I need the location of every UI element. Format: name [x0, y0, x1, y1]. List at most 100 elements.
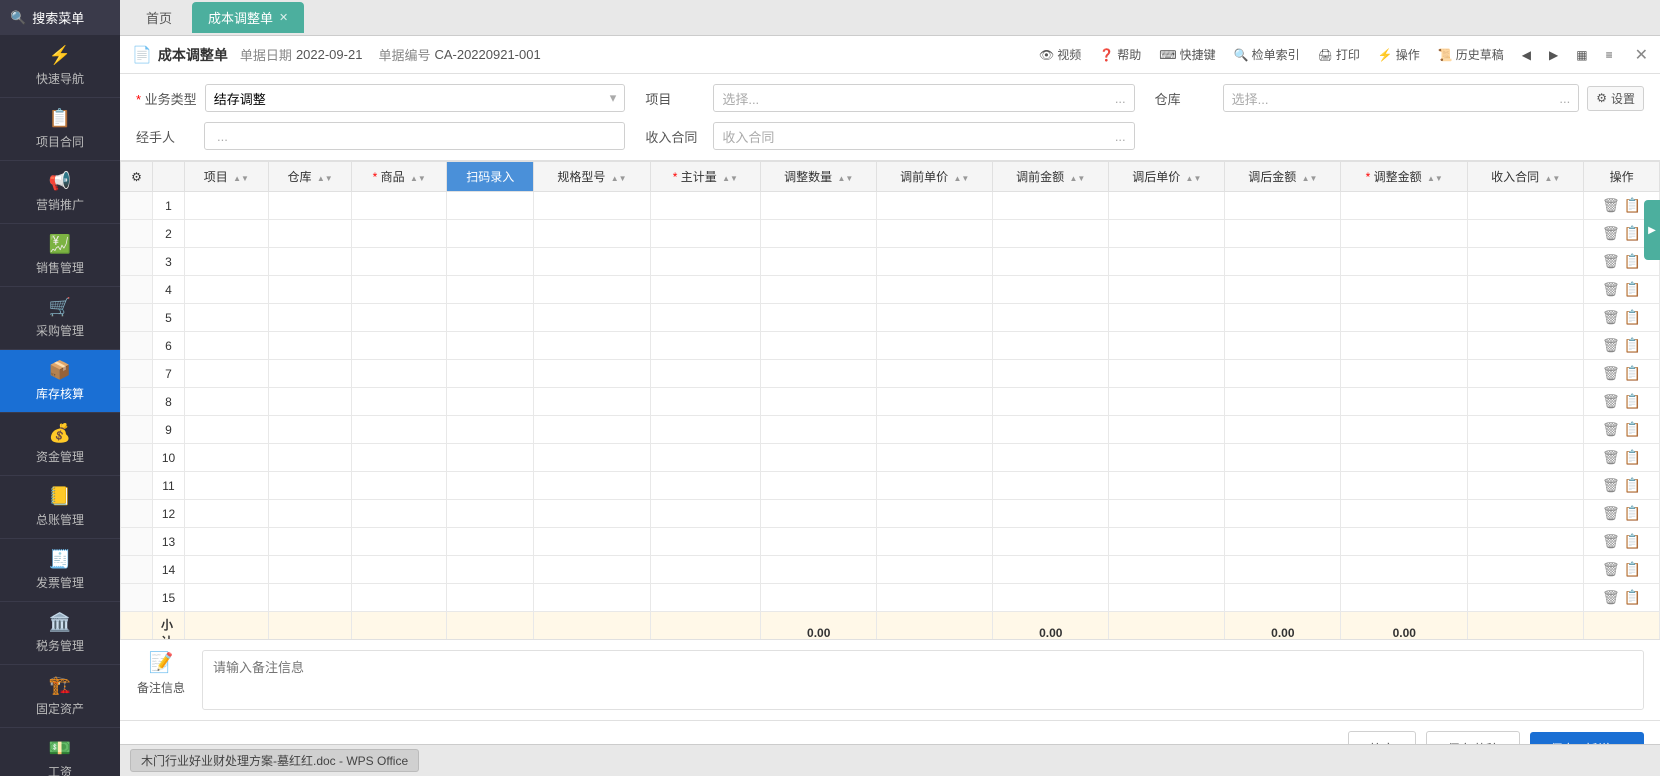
- cell-goods[interactable]: [352, 556, 447, 584]
- cell-post_unit_price[interactable]: [1109, 444, 1225, 472]
- delete-icon[interactable]: 🗑: [1602, 533, 1620, 550]
- cell-income_contract[interactable]: [1468, 388, 1584, 416]
- cell-adjust_amount[interactable]: [1341, 192, 1468, 220]
- cell-adjust_amount[interactable]: [1341, 416, 1468, 444]
- cell-post_unit_price[interactable]: [1109, 584, 1225, 612]
- sidebar-item-sales-mgmt[interactable]: 💹销售管理: [0, 224, 120, 287]
- cell-adjust_amount[interactable]: [1341, 276, 1468, 304]
- cell-unit[interactable]: [650, 472, 761, 500]
- cell-spec_type[interactable]: [534, 444, 650, 472]
- cell-pre_amount[interactable]: [993, 276, 1109, 304]
- cell-scan_input[interactable]: [446, 584, 534, 612]
- cell-project[interactable]: [185, 444, 269, 472]
- cell-adjust_amount[interactable]: [1341, 528, 1468, 556]
- cell-scan_input[interactable]: [446, 416, 534, 444]
- cell-goods[interactable]: [352, 472, 447, 500]
- cell-adjust_amount[interactable]: [1341, 584, 1468, 612]
- cell-pre_unit_price[interactable]: [877, 472, 993, 500]
- cell-post_unit_price[interactable]: [1109, 500, 1225, 528]
- cell-goods[interactable]: [352, 444, 447, 472]
- cell-adjust_qty[interactable]: [761, 416, 877, 444]
- cell-goods[interactable]: [352, 360, 447, 388]
- cell-adjust_amount[interactable]: [1341, 360, 1468, 388]
- cell-goods[interactable]: [352, 192, 447, 220]
- cell-spec_type[interactable]: [534, 500, 650, 528]
- cell-adjust_qty[interactable]: [761, 276, 877, 304]
- warehouse-input[interactable]: 选择... ...: [1223, 84, 1580, 112]
- delete-icon[interactable]: 🗑: [1602, 337, 1620, 354]
- cell-pre_unit_price[interactable]: [877, 444, 993, 472]
- sidebar-item-salary[interactable]: 💵工资: [0, 728, 120, 776]
- copy-icon[interactable]: 📋: [1624, 561, 1641, 578]
- cell-adjust_qty[interactable]: [761, 584, 877, 612]
- cell-post_amount[interactable]: [1225, 276, 1341, 304]
- delete-icon[interactable]: 🗑: [1602, 421, 1620, 438]
- cell-scan_input[interactable]: [446, 556, 534, 584]
- delete-icon[interactable]: 🗑: [1602, 281, 1620, 298]
- close-button[interactable]: ✕: [1635, 45, 1648, 65]
- help-btn[interactable]: ❓ 帮助: [1095, 44, 1145, 65]
- cell-goods[interactable]: [352, 276, 447, 304]
- cell-pre_amount[interactable]: [993, 388, 1109, 416]
- cell-project[interactable]: [185, 500, 269, 528]
- cell-adjust_amount[interactable]: [1341, 332, 1468, 360]
- copy-icon[interactable]: 📋: [1624, 421, 1641, 438]
- cell-scan_input[interactable]: [446, 332, 534, 360]
- cell-warehouse[interactable]: [268, 388, 352, 416]
- cell-post_unit_price[interactable]: [1109, 360, 1225, 388]
- cell-income_contract[interactable]: [1468, 416, 1584, 444]
- copy-icon[interactable]: 📋: [1624, 365, 1641, 382]
- cell-warehouse[interactable]: [268, 192, 352, 220]
- cell-spec_type[interactable]: [534, 388, 650, 416]
- history-btn[interactable]: 📜 历史草稿: [1434, 44, 1508, 65]
- sidebar-item-invoice[interactable]: 🧾发票管理: [0, 539, 120, 602]
- cell-income_contract[interactable]: [1468, 444, 1584, 472]
- cell-pre_unit_price[interactable]: [877, 388, 993, 416]
- copy-icon[interactable]: 📋: [1624, 337, 1641, 354]
- cell-warehouse[interactable]: [268, 416, 352, 444]
- col-header-settings[interactable]: ⚙: [121, 162, 153, 192]
- cell-spec_type[interactable]: [534, 248, 650, 276]
- taskbar-item[interactable]: 木门行业好业财处理方案-墓红红.doc - WPS Office: [130, 749, 419, 772]
- income-contract-input[interactable]: 收入合同 ...: [713, 122, 1134, 150]
- delete-icon[interactable]: 🗑: [1602, 225, 1620, 242]
- nav-prev-btn[interactable]: ◀: [1518, 46, 1535, 64]
- cell-spec_type[interactable]: [534, 416, 650, 444]
- green-tab-indicator[interactable]: ▶: [1644, 200, 1660, 260]
- cell-spec_type[interactable]: [534, 304, 650, 332]
- cell-pre_unit_price[interactable]: [877, 192, 993, 220]
- cell-project[interactable]: [185, 556, 269, 584]
- cell-adjust_qty[interactable]: [761, 444, 877, 472]
- cell-warehouse[interactable]: [268, 472, 352, 500]
- copy-icon[interactable]: 📋: [1624, 393, 1641, 410]
- cell-post_amount[interactable]: [1225, 444, 1341, 472]
- cell-project[interactable]: [185, 528, 269, 556]
- cell-adjust_qty[interactable]: [761, 360, 877, 388]
- cell-unit[interactable]: [650, 584, 761, 612]
- tab-home[interactable]: 首页: [130, 2, 188, 33]
- cell-post_amount[interactable]: [1225, 220, 1341, 248]
- grid-btn[interactable]: ≡: [1602, 46, 1617, 64]
- cell-unit[interactable]: [650, 500, 761, 528]
- cell-post_amount[interactable]: [1225, 248, 1341, 276]
- cell-post_unit_price[interactable]: [1109, 388, 1225, 416]
- cell-warehouse[interactable]: [268, 220, 352, 248]
- cell-adjust_qty[interactable]: [761, 192, 877, 220]
- cell-post_unit_price[interactable]: [1109, 416, 1225, 444]
- cell-income_contract[interactable]: [1468, 360, 1584, 388]
- cell-post_amount[interactable]: [1225, 500, 1341, 528]
- cell-post_unit_price[interactable]: [1109, 248, 1225, 276]
- cell-warehouse[interactable]: [268, 304, 352, 332]
- cell-project[interactable]: [185, 584, 269, 612]
- cell-scan_input[interactable]: [446, 304, 534, 332]
- sidebar-item-tax[interactable]: 🏛️税务管理: [0, 602, 120, 665]
- cell-pre_amount[interactable]: [993, 444, 1109, 472]
- copy-icon[interactable]: 📋: [1624, 253, 1641, 270]
- cell-warehouse[interactable]: [268, 444, 352, 472]
- cell-post_unit_price[interactable]: [1109, 192, 1225, 220]
- cell-post_unit_price[interactable]: [1109, 220, 1225, 248]
- cell-pre_amount[interactable]: [993, 416, 1109, 444]
- cell-goods[interactable]: [352, 528, 447, 556]
- cell-income_contract[interactable]: [1468, 556, 1584, 584]
- cell-adjust_amount[interactable]: [1341, 220, 1468, 248]
